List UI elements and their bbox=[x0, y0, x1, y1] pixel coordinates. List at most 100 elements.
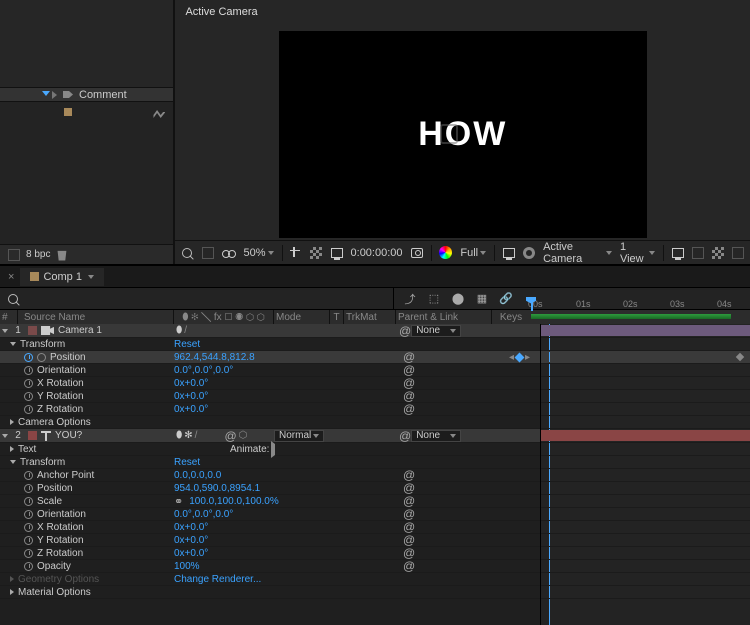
mask-toggle-icon[interactable] bbox=[330, 246, 342, 260]
project-columns[interactable]: Comment bbox=[0, 88, 173, 102]
constrain-icon[interactable]: ⚭ bbox=[174, 495, 183, 508]
prop-value[interactable]: 954.0,590.0,8954.1 bbox=[174, 483, 274, 494]
next-keyframe[interactable]: ▸ bbox=[525, 352, 530, 363]
parent-dropdown[interactable]: None bbox=[411, 325, 461, 337]
pickwhip-icon[interactable]: @ bbox=[403, 494, 415, 508]
stopwatch-icon[interactable] bbox=[24, 405, 33, 414]
timecode[interactable]: 0:00:00:00 bbox=[351, 247, 403, 259]
prop-value[interactable]: 0x+0.0° bbox=[174, 535, 274, 546]
col-keys[interactable]: Keys bbox=[492, 310, 530, 324]
stopwatch-icon[interactable] bbox=[24, 497, 33, 506]
stopwatch-icon[interactable] bbox=[24, 510, 33, 519]
layer-color-chip[interactable] bbox=[28, 431, 37, 440]
flowchart-icon[interactable] bbox=[153, 108, 165, 118]
fast-preview-icon[interactable] bbox=[692, 246, 704, 260]
pickwhip-icon[interactable]: @ bbox=[403, 520, 415, 534]
bpc-toggle[interactable] bbox=[8, 249, 20, 261]
disclosure-icon[interactable] bbox=[10, 342, 16, 346]
layer-row-camera[interactable]: 1Camera 1 ⬮/ @None bbox=[0, 324, 540, 338]
prop-value[interactable]: 0.0°,0.0°,0.0° bbox=[174, 365, 274, 376]
timeline-track-area[interactable] bbox=[540, 324, 750, 625]
prop-value[interactable]: 0.0°,0.0°,0.0° bbox=[174, 509, 274, 520]
mode-dropdown[interactable]: Normal bbox=[274, 430, 324, 442]
prop-value[interactable]: 0x+0.0° bbox=[174, 391, 274, 402]
resolution-dropdown[interactable]: Full bbox=[460, 247, 486, 259]
stopwatch-icon[interactable] bbox=[24, 549, 33, 558]
pickwhip-icon[interactable]: @ bbox=[403, 546, 415, 560]
keyframe-diamond[interactable] bbox=[736, 353, 744, 361]
stopwatch-icon[interactable] bbox=[24, 366, 33, 375]
timeline-search[interactable] bbox=[0, 288, 394, 309]
pickwhip-icon[interactable]: @ bbox=[403, 559, 415, 573]
prop-value[interactable]: 100% bbox=[174, 561, 274, 572]
expand-icon[interactable] bbox=[52, 91, 57, 99]
prop-value[interactable]: 0x+0.0° bbox=[174, 404, 274, 415]
col-t[interactable]: T bbox=[330, 310, 344, 324]
snap-toggle[interactable]: 🔗 bbox=[498, 291, 514, 307]
pickwhip-icon[interactable]: @ bbox=[403, 350, 415, 364]
layer-bar-text[interactable] bbox=[541, 430, 750, 441]
disclosure-icon[interactable] bbox=[2, 329, 8, 333]
parent-dropdown[interactable]: None bbox=[411, 430, 461, 442]
composition-canvas[interactable]: HOW bbox=[279, 31, 647, 238]
prop-value[interactable]: 0x+0.0° bbox=[174, 522, 274, 533]
disclosure-icon[interactable] bbox=[10, 589, 14, 595]
viewer-title[interactable]: Active Camera bbox=[175, 0, 750, 28]
material-group[interactable]: Material Options bbox=[0, 586, 540, 599]
prop-value[interactable]: ⚭100.0,100.0,100.0% bbox=[174, 495, 274, 508]
prop-opacity[interactable]: Opacity100%@ bbox=[0, 560, 540, 573]
animate-menu[interactable]: Animate: bbox=[230, 444, 275, 455]
comp-tab[interactable]: Comp 1 bbox=[20, 268, 104, 286]
col-hash[interactable]: # bbox=[0, 310, 18, 324]
stopwatch-icon[interactable] bbox=[24, 471, 33, 480]
pickwhip-icon[interactable]: @ bbox=[403, 389, 415, 403]
alpha-icon[interactable] bbox=[202, 246, 214, 260]
flowchart-icon[interactable] bbox=[732, 246, 744, 260]
label-icon[interactable] bbox=[63, 91, 73, 98]
graph-editor-toggle[interactable]: ▦ bbox=[474, 291, 490, 307]
disclosure-icon[interactable] bbox=[10, 419, 14, 425]
camera-options-group[interactable]: Camera Options bbox=[0, 416, 540, 429]
zoom-dropdown[interactable]: 50% bbox=[244, 247, 274, 259]
preview-area[interactable]: HOW bbox=[175, 28, 750, 240]
reset-link[interactable]: Reset bbox=[174, 457, 274, 468]
stopwatch-icon[interactable] bbox=[24, 484, 33, 493]
tv-preview-icon[interactable] bbox=[503, 246, 515, 260]
color-mgmt-icon[interactable] bbox=[439, 246, 452, 260]
stopwatch-icon[interactable] bbox=[24, 353, 33, 362]
keyframe-icon[interactable] bbox=[515, 352, 525, 362]
pickwhip-icon[interactable]: @ bbox=[403, 402, 415, 416]
expression-icon[interactable] bbox=[37, 353, 46, 362]
text-group[interactable]: TextAnimate: bbox=[0, 443, 540, 456]
glasses-icon[interactable] bbox=[222, 246, 236, 260]
pickwhip-icon[interactable]: @ bbox=[403, 363, 415, 377]
pickwhip-icon[interactable]: @ bbox=[403, 376, 415, 390]
prop-value[interactable]: 0x+0.0° bbox=[174, 548, 274, 559]
pickwhip-icon[interactable]: @ bbox=[399, 429, 411, 443]
bpc-label[interactable]: 8 bpc bbox=[26, 249, 50, 260]
stopwatch-icon[interactable] bbox=[24, 379, 33, 388]
col-source-name[interactable]: Source Name bbox=[18, 310, 174, 324]
shy-toggle[interactable]: ⤴ bbox=[402, 291, 418, 307]
grid-toggle-icon[interactable] bbox=[310, 246, 322, 260]
disclosure-icon[interactable] bbox=[2, 434, 8, 438]
project-items[interactable] bbox=[0, 102, 173, 244]
camera-dropdown[interactable]: Active Camera bbox=[543, 241, 612, 265]
prop-value[interactable]: 962.4,544.8,812.8 bbox=[174, 352, 274, 363]
pickwhip-icon[interactable]: @ bbox=[399, 324, 411, 338]
snapshot-icon[interactable] bbox=[411, 246, 423, 260]
trash-icon[interactable] bbox=[56, 249, 67, 261]
prop-value[interactable]: 0x+0.0° bbox=[174, 378, 274, 389]
layer-color-chip[interactable] bbox=[28, 326, 37, 335]
col-trkmat[interactable]: TrkMat bbox=[344, 310, 396, 324]
folder-chip[interactable] bbox=[64, 108, 72, 116]
layer-name[interactable]: Camera 1 bbox=[58, 325, 102, 336]
stopwatch-icon[interactable] bbox=[24, 536, 33, 545]
prop-zrotation[interactable]: Z Rotation0x+0.0°@ bbox=[0, 403, 540, 416]
pickwhip-icon[interactable]: @ bbox=[403, 533, 415, 547]
layer-name[interactable]: YOU? bbox=[55, 430, 82, 441]
pickwhip-icon[interactable]: @ bbox=[403, 481, 415, 495]
crop-icon[interactable] bbox=[290, 246, 302, 260]
disclosure-icon[interactable] bbox=[10, 446, 14, 452]
timeline-icon[interactable] bbox=[712, 246, 724, 260]
